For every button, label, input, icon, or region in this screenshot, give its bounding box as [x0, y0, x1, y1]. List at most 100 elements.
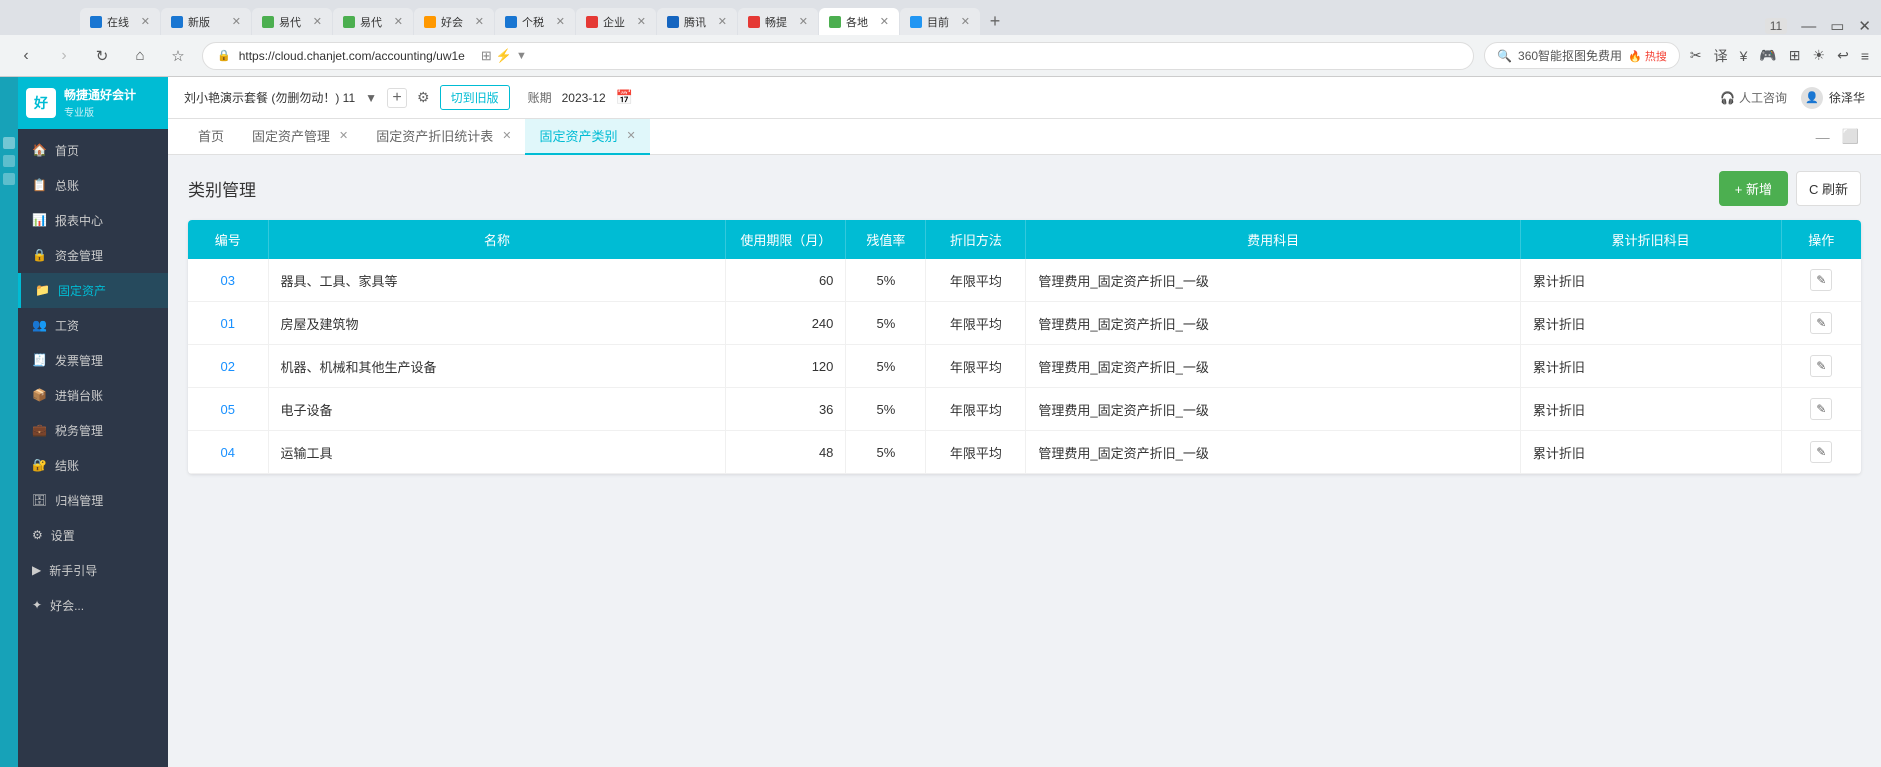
- edit-icon[interactable]: ✎: [1810, 355, 1832, 377]
- cell-expense: 管理费用_固定资产折旧_一级: [1026, 345, 1520, 388]
- window-maximize-icon[interactable]: ▭: [1830, 17, 1844, 35]
- support-button[interactable]: 🎧 人工咨询: [1720, 89, 1787, 106]
- window-close-icon[interactable]: ✕: [1858, 17, 1871, 35]
- table-row: 01 房屋及建筑物 240 5% 年限平均 管理费用_固定资产折旧_一级 累计折…: [188, 302, 1861, 345]
- switch-version-button[interactable]: 切到旧版: [440, 85, 510, 110]
- logo-sub: 专业版: [64, 104, 136, 119]
- col-period: 使用期限（月）: [726, 220, 846, 259]
- user-name: 徐泽华: [1829, 89, 1865, 106]
- edit-icon[interactable]: ✎: [1810, 398, 1832, 420]
- back-button[interactable]: ‹: [12, 47, 40, 65]
- site-info-icon[interactable]: ⊞: [481, 48, 492, 64]
- sidebar-item-tax[interactable]: 💼 税务管理: [18, 413, 168, 448]
- browser-tab-changtui[interactable]: 畅提 ✕: [738, 8, 818, 35]
- sidebar-item-home[interactable]: 🏠 首页: [18, 133, 168, 168]
- menu-icon[interactable]: ≡: [1861, 48, 1869, 64]
- tab-close-depreciation[interactable]: ✕: [502, 129, 511, 142]
- undo-icon[interactable]: ↩: [1837, 47, 1849, 64]
- browser-tab-tencent[interactable]: 腾讯 ✕: [657, 8, 737, 35]
- cell-method: 年限平均: [926, 345, 1026, 388]
- currency-icon[interactable]: ¥: [1740, 48, 1748, 64]
- browser-tab-yidai2[interactable]: 易代 ✕: [333, 8, 413, 35]
- cell-method: 年限平均: [926, 388, 1026, 431]
- browser-tab-new[interactable]: 新版 ✕: [161, 8, 251, 35]
- cell-action[interactable]: ✎: [1781, 388, 1861, 431]
- tab-fixed-assets-mgmt[interactable]: 固定资产管理 ✕: [238, 119, 362, 155]
- browser-tab-gedi[interactable]: 各地 ✕: [819, 8, 899, 35]
- cell-name: 电子设备: [268, 388, 726, 431]
- app-topbar: 刘小艳演示套餐 (勿删勿动！) 11 ▼ + ⚙ 切到旧版 账期 2023-12…: [168, 77, 1881, 119]
- dropdown-icon[interactable]: ▼: [516, 50, 527, 62]
- cell-action[interactable]: ✎: [1781, 259, 1861, 302]
- sidebar-item-other[interactable]: ✦ 好会...: [18, 588, 168, 623]
- table-row: 04 运输工具 48 5% 年限平均 管理费用_固定资产折旧_一级 累计折旧 ✎: [188, 431, 1861, 474]
- main-content: 刘小艳演示套餐 (勿删勿动！) 11 ▼ + ⚙ 切到旧版 账期 2023-12…: [168, 77, 1881, 767]
- search-input[interactable]: 🔍 360智能抠图免费用 🔥 热搜: [1484, 42, 1680, 69]
- tab-close-category[interactable]: ✕: [627, 129, 636, 142]
- settings-topbar-icon[interactable]: ⚙: [417, 89, 430, 106]
- edit-icon[interactable]: ✎: [1810, 441, 1832, 463]
- sidebar-item-fixed-assets[interactable]: 📁 固定资产: [18, 273, 168, 308]
- browser-toolbar: ✂ 译 ¥ 🎮 ⊞ ☀ ↩ ≡: [1690, 46, 1869, 66]
- cell-action[interactable]: ✎: [1781, 431, 1861, 474]
- tab-minimize[interactable]: —: [1810, 129, 1836, 145]
- sidebar-item-ledger[interactable]: 📋 总账: [18, 168, 168, 203]
- sidebar-item-settings[interactable]: ⚙ 设置: [18, 518, 168, 553]
- browser-tab-mubiao[interactable]: 目前 ✕: [900, 8, 980, 35]
- sidebar: 好 畅捷通好会计 专业版 🏠 首页 📋 总账 📊 报表中心 🔒 资金管理: [18, 77, 168, 767]
- sidebar-menu: 🏠 首页 📋 总账 📊 报表中心 🔒 资金管理 📁 固定资产 👥 工资: [18, 129, 168, 767]
- other-menu-icon: ✦: [32, 598, 42, 612]
- lock-icon: 🔒: [217, 49, 231, 62]
- cell-action[interactable]: ✎: [1781, 302, 1861, 345]
- reload-button[interactable]: ↻: [88, 47, 116, 65]
- cell-residual: 5%: [846, 431, 926, 474]
- browser-tab-haohui[interactable]: 好会 ✕: [414, 8, 494, 35]
- tab-depreciation-stats[interactable]: 固定资产折旧统计表 ✕: [362, 119, 525, 155]
- add-company-button[interactable]: +: [387, 88, 407, 108]
- browser-tab-yidai1[interactable]: 易代 ✕: [252, 8, 332, 35]
- cell-accumulated: 累计折旧: [1520, 302, 1781, 345]
- tab-home[interactable]: 首页: [184, 119, 238, 155]
- edit-icon[interactable]: ✎: [1810, 269, 1832, 291]
- logo-text: 畅捷通好会计: [64, 87, 136, 104]
- lightning-icon[interactable]: ⚡: [496, 48, 512, 64]
- sidebar-item-funds[interactable]: 🔒 资金管理: [18, 238, 168, 273]
- brightness-icon[interactable]: ☀: [1813, 47, 1826, 64]
- home-button[interactable]: ⌂: [126, 47, 154, 64]
- grid-icon[interactable]: ⊞: [1789, 47, 1801, 64]
- address-bar: ‹ › ↻ ⌂ ☆ 🔒 https://cloud.chanjet.com/ac…: [0, 35, 1881, 77]
- browser-tab-qiye[interactable]: 企业 ✕: [576, 8, 656, 35]
- tab-close-fixed-mgmt[interactable]: ✕: [339, 129, 348, 142]
- cell-residual: 5%: [846, 345, 926, 388]
- url-input[interactable]: 🔒 https://cloud.chanjet.com/accounting/u…: [202, 42, 1474, 70]
- browser-tab-online[interactable]: 在线 ✕: [80, 8, 160, 35]
- sidebar-item-closing[interactable]: 🔐 结账: [18, 448, 168, 483]
- sidebar-item-reports[interactable]: 📊 报表中心: [18, 203, 168, 238]
- col-accumulated: 累计折旧科目: [1520, 220, 1781, 259]
- games-icon[interactable]: 🎮: [1759, 47, 1776, 64]
- calendar-icon[interactable]: 📅: [616, 89, 633, 106]
- sidebar-item-archive[interactable]: 🗄 归档管理: [18, 483, 168, 518]
- refresh-button[interactable]: C 刷新: [1796, 171, 1861, 206]
- sidebar-item-invoice[interactable]: 🧾 发票管理: [18, 343, 168, 378]
- cut-icon[interactable]: ✂: [1690, 47, 1702, 64]
- tab-new-button[interactable]: +: [981, 8, 1009, 35]
- edit-icon[interactable]: ✎: [1810, 312, 1832, 334]
- tab-asset-category[interactable]: 固定资产类别 ✕: [525, 119, 649, 155]
- cell-accumulated: 累计折旧: [1520, 259, 1781, 302]
- translate-icon[interactable]: 译: [1714, 46, 1728, 66]
- cell-action[interactable]: ✎: [1781, 345, 1861, 388]
- browser-tab-geshui[interactable]: 个税 ✕: [495, 8, 575, 35]
- window-minimize-icon[interactable]: —: [1801, 18, 1816, 35]
- company-dropdown[interactable]: ▼: [365, 91, 377, 105]
- forward-button[interactable]: ›: [50, 47, 78, 65]
- tab-maximize[interactable]: ⬜: [1836, 128, 1865, 145]
- bookmark-button[interactable]: ☆: [164, 47, 192, 65]
- add-category-button[interactable]: + 新增: [1719, 171, 1788, 206]
- col-action: 操作: [1781, 220, 1861, 259]
- sidebar-item-payroll[interactable]: 👥 工资: [18, 308, 168, 343]
- sidebar-item-guide[interactable]: ▶ 新手引导: [18, 553, 168, 588]
- user-info[interactable]: 👤 徐泽华: [1801, 87, 1865, 109]
- cell-period: 48: [726, 431, 846, 474]
- sidebar-item-inventory[interactable]: 📦 进销台账: [18, 378, 168, 413]
